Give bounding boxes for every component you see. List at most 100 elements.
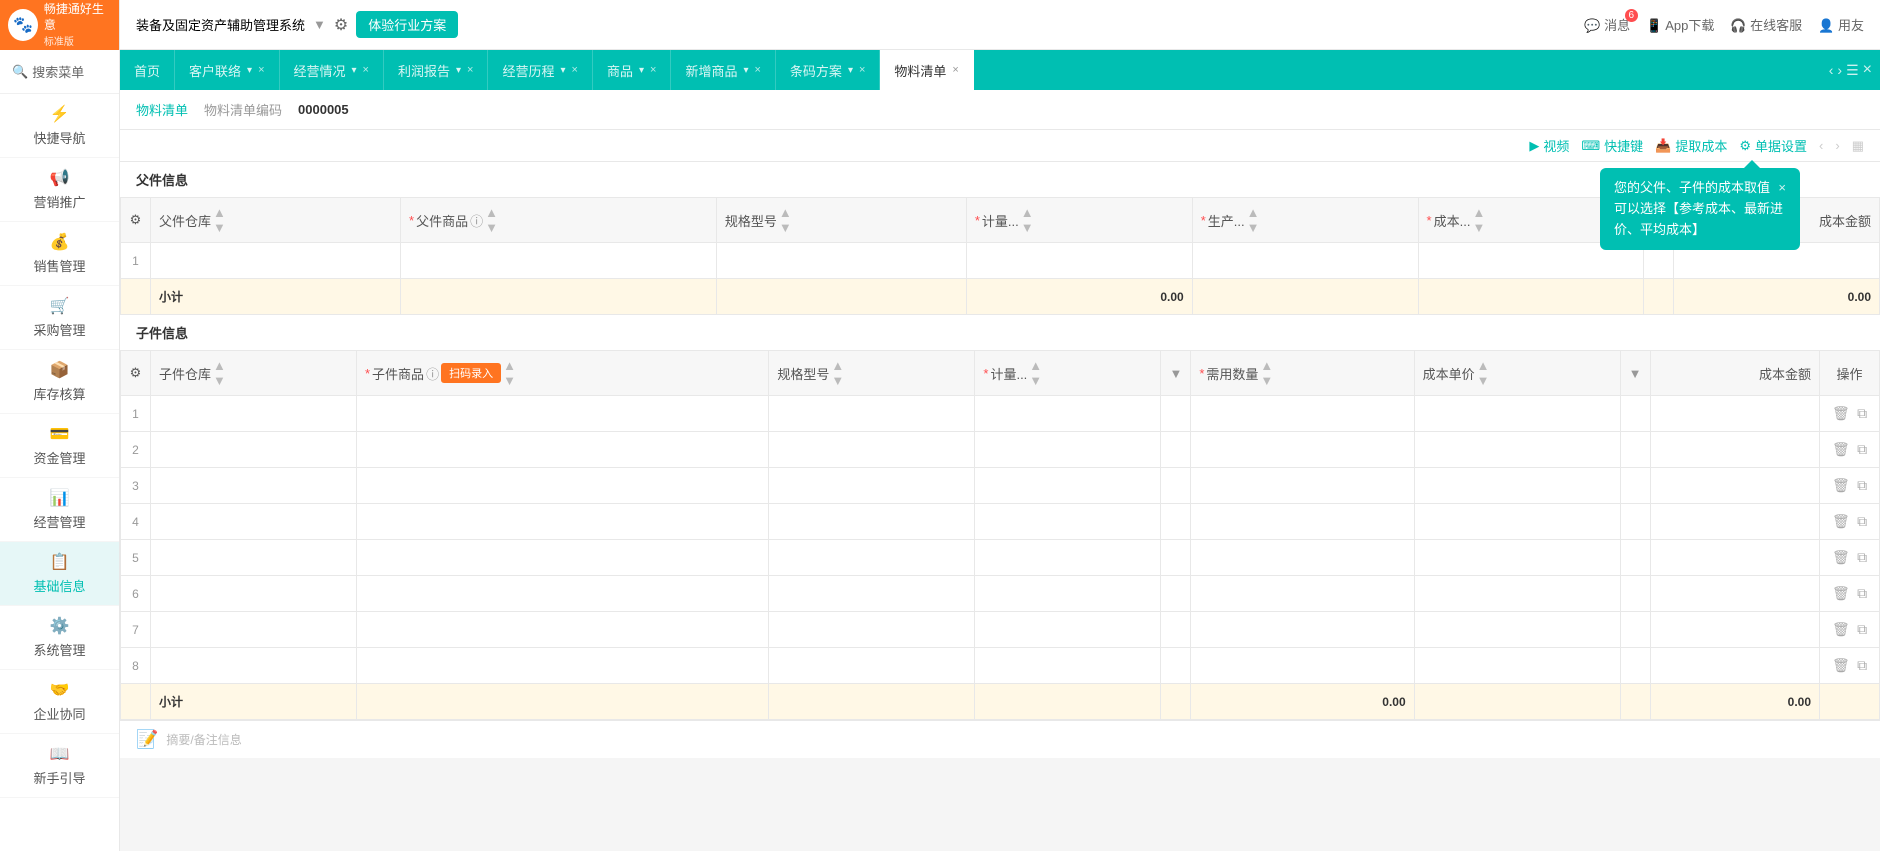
th-parent-goods[interactable]: * 父件商品 ⓘ ▲▼ <box>401 198 717 243</box>
tab-new-goods[interactable]: 新增商品 ▾ × <box>671 50 775 90</box>
child-goods-cell[interactable] <box>356 648 768 684</box>
child-cost-unit-cell[interactable] <box>1414 504 1620 540</box>
child-unit-cell[interactable] <box>975 576 1161 612</box>
th-settings-parent[interactable]: ⚙ <box>121 198 151 243</box>
tab-operations[interactable]: 经营情况 ▾ × <box>280 50 384 90</box>
child-cost-unit-cell[interactable] <box>1414 396 1620 432</box>
sort-required-qty[interactable]: ▲▼ <box>1260 358 1273 388</box>
search-menu-btn[interactable]: 🔍 搜索菜单 <box>8 58 111 85</box>
child-qty-cell[interactable] <box>1191 432 1414 468</box>
child-spec-cell[interactable] <box>769 648 975 684</box>
view-btn[interactable]: ▶ 视频 <box>1529 136 1569 155</box>
child-unit-cell[interactable] <box>975 612 1161 648</box>
delete-icon[interactable]: 🗑 <box>1832 585 1850 601</box>
child-warehouse-cell[interactable] <box>151 576 357 612</box>
sort-parent-warehouse[interactable]: ▲▼ <box>213 205 226 235</box>
delete-icon[interactable]: 🗑 <box>1832 441 1850 457</box>
sidebar-item-enterprise[interactable]: 🤝 企业协同 <box>0 670 119 734</box>
tab-customers[interactable]: 客户联络 ▾ × <box>175 50 279 90</box>
window-close-icon[interactable]: × <box>1863 61 1872 79</box>
sort-cost-parent[interactable]: ▲▼ <box>1472 205 1485 235</box>
child-spec-cell[interactable] <box>769 468 975 504</box>
th-child-warehouse[interactable]: 子件仓库 ▲▼ <box>151 351 357 396</box>
child-cost-unit-cell[interactable] <box>1414 576 1620 612</box>
tab-next-icon[interactable]: › <box>1837 62 1842 78</box>
child-spec-cell[interactable] <box>769 540 975 576</box>
child-unit-cell[interactable] <box>975 648 1161 684</box>
sidebar-item-inventory[interactable]: 📦 库存核算 <box>0 350 119 414</box>
th-unit-parent[interactable]: * 计量... ▲▼ <box>966 198 1192 243</box>
extract-cost-btn[interactable]: 📥 提取成本 <box>1655 136 1727 155</box>
search-section[interactable]: 🔍 搜索菜单 <box>0 50 119 94</box>
parent-warehouse-cell-1[interactable] <box>151 243 401 279</box>
child-warehouse-cell[interactable] <box>151 432 357 468</box>
parent-goods-cell-1[interactable] <box>401 243 717 279</box>
sort-child-warehouse[interactable]: ▲▼ <box>213 358 226 388</box>
th-more-child2[interactable]: ▼ <box>1620 351 1650 396</box>
tooltip-close-btn[interactable]: × <box>1778 178 1786 199</box>
child-unit-cell[interactable] <box>975 432 1161 468</box>
child-unit-cell[interactable] <box>975 540 1161 576</box>
delete-icon[interactable]: 🗑 <box>1832 513 1850 529</box>
sort-spec-parent[interactable]: ▲▼ <box>779 205 792 235</box>
child-warehouse-cell[interactable] <box>151 648 357 684</box>
parent-spec-cell-1[interactable] <box>716 243 966 279</box>
breadcrumb-bom[interactable]: 物料清单 <box>136 100 188 119</box>
sort-parent-goods[interactable]: ▲▼ <box>485 205 498 235</box>
child-qty-cell[interactable] <box>1191 648 1414 684</box>
sort-unit-child[interactable]: ▲▼ <box>1029 358 1042 388</box>
copy-icon[interactable]: ⧉ <box>1857 477 1867 493</box>
sidebar-item-system[interactable]: ⚙️ 系统管理 <box>0 606 119 670</box>
tab-operations-close[interactable]: × <box>363 64 369 76</box>
child-unit-cell[interactable] <box>975 504 1161 540</box>
child-unit-cell[interactable] <box>975 468 1161 504</box>
tab-barcode[interactable]: 条码方案 ▾ × <box>776 50 880 90</box>
copy-icon[interactable]: ⧉ <box>1857 621 1867 637</box>
child-qty-cell[interactable] <box>1191 504 1414 540</box>
child-goods-cell[interactable] <box>356 396 768 432</box>
th-cost-unit[interactable]: 成本单价 ▲▼ <box>1414 351 1620 396</box>
child-qty-cell[interactable] <box>1191 396 1414 432</box>
sidebar-item-basic-info[interactable]: 📋 基础信息 <box>0 542 119 606</box>
child-goods-cell[interactable] <box>356 540 768 576</box>
child-warehouse-cell[interactable] <box>151 504 357 540</box>
child-goods-cell[interactable] <box>356 576 768 612</box>
child-warehouse-cell[interactable] <box>151 396 357 432</box>
tab-home[interactable]: 首页 <box>120 50 175 90</box>
th-production[interactable]: * 生产... ▲▼ <box>1192 198 1418 243</box>
sidebar-item-guide[interactable]: 📖 新手引导 <box>0 734 119 798</box>
copy-icon[interactable]: ⧉ <box>1857 441 1867 457</box>
th-parent-warehouse[interactable]: 父件仓库 ▲▼ <box>151 198 401 243</box>
child-cost-unit-cell[interactable] <box>1414 540 1620 576</box>
child-goods-cell[interactable] <box>356 612 768 648</box>
parent-unit-cell-1[interactable] <box>966 243 1192 279</box>
child-spec-cell[interactable] <box>769 576 975 612</box>
sidebar-item-operation[interactable]: 📊 经营管理 <box>0 478 119 542</box>
sort-cost-unit[interactable]: ▲▼ <box>1477 358 1490 388</box>
tab-profit[interactable]: 利润报告 ▾ × <box>384 50 488 90</box>
sidebar-item-sales[interactable]: 💰 销售管理 <box>0 222 119 286</box>
note-placeholder[interactable]: 摘要/备注信息 <box>166 731 241 748</box>
user-btn[interactable]: 👤 用友 <box>1818 15 1864 34</box>
sort-production[interactable]: ▲▼ <box>1247 205 1260 235</box>
delete-icon[interactable]: 🗑 <box>1832 549 1850 565</box>
copy-icon[interactable]: ⧉ <box>1857 513 1867 529</box>
sort-unit-parent[interactable]: ▲▼ <box>1021 205 1034 235</box>
sidebar-item-quick-nav[interactable]: ⚡ 快捷导航 <box>0 94 119 158</box>
child-spec-cell[interactable] <box>769 504 975 540</box>
delete-icon[interactable]: 🗑 <box>1832 621 1850 637</box>
th-required-qty[interactable]: * 需用数量 ▲▼ <box>1191 351 1414 396</box>
child-cost-unit-cell[interactable] <box>1414 468 1620 504</box>
tab-goods[interactable]: 商品 ▾ × <box>593 50 671 90</box>
sidebar-item-marketing[interactable]: 📢 营销推广 <box>0 158 119 222</box>
copy-icon[interactable]: ⧉ <box>1857 405 1867 421</box>
th-more-child[interactable]: ▼ <box>1161 351 1191 396</box>
th-spec-child[interactable]: 规格型号 ▲▼ <box>769 351 975 396</box>
child-cost-unit-cell[interactable] <box>1414 648 1620 684</box>
tab-bom[interactable]: 物料清单 × <box>880 50 973 90</box>
sort-spec-child[interactable]: ▲▼ <box>831 358 844 388</box>
child-unit-cell[interactable] <box>975 396 1161 432</box>
delete-icon[interactable]: 🗑 <box>1832 657 1850 673</box>
copy-icon[interactable]: ⧉ <box>1857 585 1867 601</box>
child-warehouse-cell[interactable] <box>151 540 357 576</box>
